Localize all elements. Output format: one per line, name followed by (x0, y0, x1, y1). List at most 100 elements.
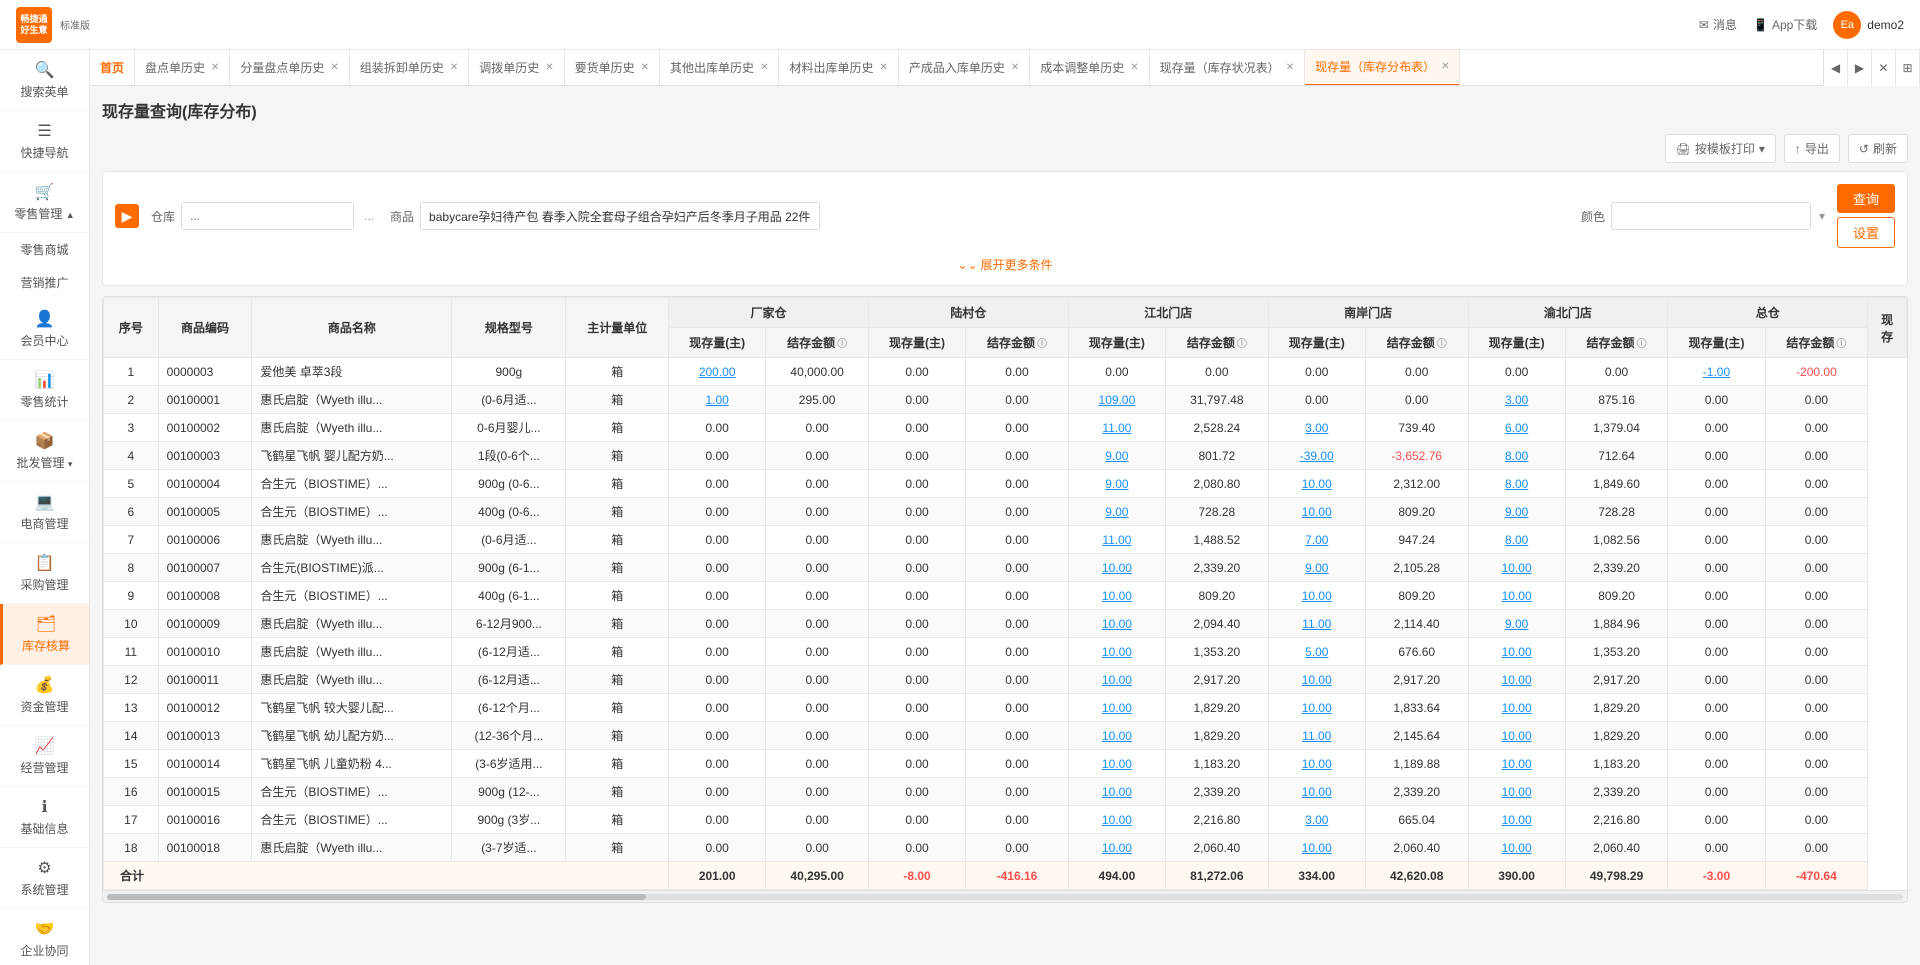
cell-data-4[interactable]: 10.00 (1068, 666, 1165, 694)
cell-link-4[interactable]: 10.00 (1102, 589, 1132, 603)
sidebar-item-stats[interactable]: 📊 零售统计 (0, 360, 89, 421)
cell-data-0[interactable]: 200.00 (669, 358, 766, 386)
refresh-btn[interactable]: ↺ 刷新 (1848, 134, 1908, 163)
cell-data-6[interactable]: 10.00 (1268, 666, 1365, 694)
cell-link-4[interactable]: 10.00 (1102, 729, 1132, 743)
tab-close-9[interactable]: ✕ (1130, 62, 1138, 73)
tab-item-10[interactable]: 现存量（库存状况表）✕ (1150, 50, 1305, 86)
cell-link-8[interactable]: 10.00 (1502, 757, 1532, 771)
tab-close-11[interactable]: ✕ (1441, 61, 1449, 72)
cell-link-6[interactable]: 10.00 (1302, 505, 1332, 519)
cell-data-6[interactable]: 11.00 (1268, 610, 1365, 638)
tab-close-3[interactable]: ✕ (450, 62, 458, 73)
sidebar-item-search[interactable]: 🔍 搜索英单 (0, 50, 89, 111)
tab-expand-btn[interactable]: ⊞ (1896, 50, 1920, 86)
expand-toggle-btn[interactable]: ▶ (115, 204, 139, 228)
cell-link-6[interactable]: 10.00 (1302, 757, 1332, 771)
cell-link-8[interactable]: 9.00 (1505, 505, 1528, 519)
cell-data-6[interactable]: 10.00 (1268, 498, 1365, 526)
cell-link-4[interactable]: 10.00 (1102, 701, 1132, 715)
cell-link-0[interactable]: 200.00 (699, 365, 736, 379)
cell-data-4[interactable]: 9.00 (1068, 442, 1165, 470)
cell-data-8[interactable]: 10.00 (1468, 806, 1565, 834)
tab-item-6[interactable]: 其他出库单历史✕ (660, 50, 779, 86)
cell-data-8[interactable]: 10.00 (1468, 778, 1565, 806)
cell-data-4[interactable]: 10.00 (1068, 638, 1165, 666)
cell-link-8[interactable]: 8.00 (1505, 533, 1528, 547)
sidebar-item-retail[interactable]: 🛒 零售管理 ▲ (0, 172, 89, 233)
sidebar-item-marketing[interactable]: 营销推广 (0, 266, 89, 299)
cell-link-4[interactable]: 11.00 (1102, 533, 1131, 547)
cell-data-4[interactable]: 10.00 (1068, 750, 1165, 778)
cell-data-8[interactable]: 10.00 (1468, 582, 1565, 610)
cell-data-4[interactable]: 10.00 (1068, 778, 1165, 806)
sidebar-item-basic[interactable]: ℹ 基础信息 (0, 787, 89, 848)
cell-data-6[interactable]: 10.00 (1268, 582, 1365, 610)
cell-data-4[interactable]: 9.00 (1068, 498, 1165, 526)
cell-link-8[interactable]: 9.00 (1505, 617, 1528, 631)
cell-data-4[interactable]: 10.00 (1068, 610, 1165, 638)
cell-link-4[interactable]: 109.00 (1099, 393, 1136, 407)
cell-link-6[interactable]: 3.00 (1305, 813, 1328, 827)
cell-link-6[interactable]: 9.00 (1305, 561, 1328, 575)
tab-item-8[interactable]: 产成品入库单历史✕ (899, 50, 1030, 86)
cell-link-8[interactable]: 8.00 (1505, 449, 1528, 463)
cell-data-4[interactable]: 10.00 (1068, 554, 1165, 582)
cell-link-4[interactable]: 9.00 (1105, 449, 1128, 463)
cell-data-6[interactable]: 5.00 (1268, 638, 1365, 666)
sidebar-item-ecommerce[interactable]: 💻 电商管理 (0, 482, 89, 543)
tab-item-0[interactable]: 首页 (90, 50, 135, 86)
cell-link-4[interactable]: 9.00 (1105, 505, 1128, 519)
cell-data-6[interactable]: 10.00 (1268, 470, 1365, 498)
cell-link-6[interactable]: 7.00 (1305, 533, 1328, 547)
user-area[interactable]: Ea demo2 (1833, 11, 1904, 39)
cell-link-4[interactable]: 10.00 (1102, 841, 1132, 855)
tab-close-7[interactable]: ✕ (879, 62, 887, 73)
cell-data-6[interactable]: 10.00 (1268, 750, 1365, 778)
cell-data-4[interactable]: 10.00 (1068, 806, 1165, 834)
cell-link-8[interactable]: 10.00 (1502, 729, 1532, 743)
message-btn[interactable]: ✉ 消息 (1699, 16, 1737, 33)
cell-data-6[interactable]: 3.00 (1268, 806, 1365, 834)
tab-item-7[interactable]: 材料出库单历史✕ (779, 50, 898, 86)
cell-link-0[interactable]: 1.00 (706, 393, 729, 407)
tab-close-2[interactable]: ✕ (330, 62, 338, 73)
cell-link-6[interactable]: 11.00 (1302, 729, 1331, 743)
cell-link-8[interactable]: 10.00 (1502, 561, 1532, 575)
cell-data-4[interactable]: 11.00 (1068, 526, 1165, 554)
sidebar-item-wholesale[interactable]: 📦 批发管理 ▾ (0, 421, 89, 482)
cell-data-8[interactable]: 9.00 (1468, 610, 1565, 638)
cell-link-6[interactable]: 10.00 (1302, 841, 1332, 855)
cell-link-4[interactable]: 10.00 (1102, 617, 1132, 631)
cell-link-8[interactable]: 10.00 (1502, 701, 1532, 715)
cell-data-6[interactable]: 3.00 (1268, 414, 1365, 442)
tab-item-1[interactable]: 盘点单历史✕ (135, 50, 230, 86)
cell-link-8[interactable]: 10.00 (1502, 645, 1532, 659)
cell-data-8[interactable]: 8.00 (1468, 442, 1565, 470)
cell-link-6[interactable]: 10.00 (1302, 785, 1332, 799)
sidebar-item-shortcut[interactable]: ☰ 快捷导航 (0, 111, 89, 172)
cell-link-6[interactable]: 10.00 (1302, 673, 1332, 687)
cell-link-4[interactable]: 10.00 (1102, 785, 1132, 799)
cell-data-8[interactable]: 10.00 (1468, 694, 1565, 722)
cell-data-4[interactable]: 10.00 (1068, 694, 1165, 722)
cell-link-6[interactable]: 10.00 (1302, 477, 1332, 491)
cell-data-6[interactable]: -39.00 (1268, 442, 1365, 470)
tab-item-4[interactable]: 调拨单历史✕ (469, 50, 564, 86)
sidebar-item-purchase[interactable]: 📋 采购管理 (0, 543, 89, 604)
cell-link-4[interactable]: 10.00 (1102, 561, 1132, 575)
tab-close-6[interactable]: ✕ (760, 62, 768, 73)
cell-data-8[interactable]: 9.00 (1468, 498, 1565, 526)
sidebar-item-finance[interactable]: 💰 资金管理 (0, 665, 89, 726)
cell-data-4[interactable]: 10.00 (1068, 582, 1165, 610)
cell-data-10[interactable]: -1.00 (1668, 358, 1765, 386)
cell-data-8[interactable]: 10.00 (1468, 834, 1565, 862)
cell-link-4[interactable]: 10.00 (1102, 813, 1132, 827)
warehouse-ellipsis[interactable]: ... (360, 209, 378, 223)
cell-link-6[interactable]: 10.00 (1302, 589, 1332, 603)
tab-item-5[interactable]: 要货单历史✕ (565, 50, 660, 86)
cell-link-6[interactable]: 10.00 (1302, 701, 1332, 715)
tab-close-4[interactable]: ✕ (545, 62, 553, 73)
cell-link-8[interactable]: 10.00 (1502, 813, 1532, 827)
cell-data-4[interactable]: 10.00 (1068, 722, 1165, 750)
